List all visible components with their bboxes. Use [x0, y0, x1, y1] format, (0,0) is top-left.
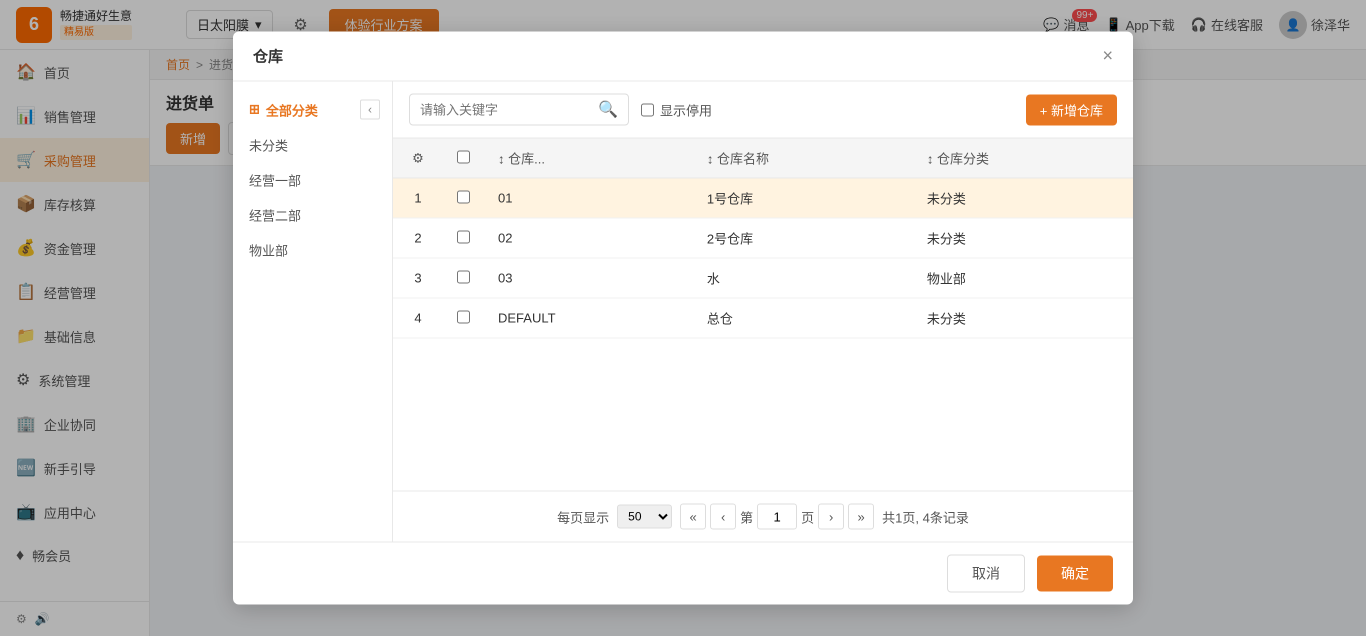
row-category: 未分类 [913, 178, 1133, 218]
row-code: 01 [484, 178, 693, 218]
col-settings: ⚙ [393, 139, 443, 179]
next-page-button[interactable]: › [818, 504, 844, 530]
modal-close-button[interactable]: × [1102, 46, 1113, 67]
col-name: ↕ 仓库名称 [693, 139, 913, 179]
row-name: 总仓 [693, 298, 913, 338]
category-header: ⊞ 全部分类 ‹ [233, 92, 392, 128]
category-item-property[interactable]: 物业部 [233, 233, 392, 268]
modal-body: ⊞ 全部分类 ‹ 未分类 经营一部 经营二部 物业部 🔍 [233, 82, 1133, 542]
category-all-button[interactable]: ⊞ 全部分类 [249, 100, 318, 119]
content-panel: 🔍 显示停用 + 新增仓库 ⚙ [393, 82, 1133, 542]
table-header-row: ⚙ ↕ 仓库... ↕ 仓库名称 ↕ [393, 139, 1133, 179]
search-icon[interactable]: 🔍 [598, 100, 618, 120]
show-disabled-checkbox[interactable]: 显示停用 [641, 100, 712, 119]
row-checkbox[interactable] [457, 190, 470, 203]
row-code: 02 [484, 218, 693, 258]
row-code: 03 [484, 258, 693, 298]
page-number-input[interactable] [757, 504, 797, 530]
row-num: 1 [393, 178, 443, 218]
modal-title: 仓库 [253, 46, 283, 67]
category-panel: ⊞ 全部分类 ‹ 未分类 经营一部 经营二部 物业部 [233, 82, 393, 542]
warehouse-table: ⚙ ↕ 仓库... ↕ 仓库名称 ↕ [393, 139, 1133, 491]
page-nav: « ‹ 第 页 › » [680, 504, 874, 530]
grid-icon: ⊞ [249, 102, 260, 118]
disabled-checkbox-input[interactable] [641, 103, 654, 116]
table-row[interactable]: 1 01 1号仓库 未分类 [393, 178, 1133, 218]
col-category: ↕ 仓库分类 [913, 139, 1133, 179]
content-toolbar: 🔍 显示停用 + 新增仓库 [393, 82, 1133, 139]
search-box: 🔍 [409, 94, 629, 126]
row-name: 1号仓库 [693, 178, 913, 218]
pagination: 每页显示 50 20 100 « ‹ 第 页 › » 共1页, 4条记录 [393, 491, 1133, 542]
last-page-button[interactable]: » [848, 504, 874, 530]
modal-header: 仓库 × [233, 32, 1133, 82]
warehouse-modal: 仓库 × ⊞ 全部分类 ‹ 未分类 经营一部 经营二部 物业部 [233, 32, 1133, 605]
select-all-checkbox[interactable] [457, 150, 470, 163]
add-warehouse-button[interactable]: + 新增仓库 [1026, 94, 1117, 125]
collapse-panel-button[interactable]: ‹ [360, 100, 380, 120]
row-num: 2 [393, 218, 443, 258]
table-row[interactable]: 2 02 2号仓库 未分类 [393, 218, 1133, 258]
row-checkbox[interactable] [457, 270, 470, 283]
cancel-button[interactable]: 取消 [947, 555, 1025, 593]
col-checkbox [443, 139, 484, 179]
modal-footer: 取消 确定 [233, 542, 1133, 605]
row-num: 4 [393, 298, 443, 338]
row-checkbox[interactable] [457, 230, 470, 243]
row-checkbox[interactable] [457, 310, 470, 323]
row-name: 2号仓库 [693, 218, 913, 258]
confirm-button[interactable]: 确定 [1037, 556, 1113, 592]
search-input[interactable] [420, 102, 592, 117]
row-category: 未分类 [913, 298, 1133, 338]
row-category: 未分类 [913, 218, 1133, 258]
row-code: DEFAULT [484, 298, 693, 338]
total-label: 共1页, 4条记录 [882, 507, 969, 526]
row-name: 水 [693, 258, 913, 298]
category-item-dept1[interactable]: 经营一部 [233, 163, 392, 198]
prev-page-button[interactable]: ‹ [710, 504, 736, 530]
table-row[interactable]: 3 03 水 物业部 [393, 258, 1133, 298]
table-row[interactable]: 4 DEFAULT 总仓 未分类 [393, 298, 1133, 338]
row-category: 物业部 [913, 258, 1133, 298]
first-page-button[interactable]: « [680, 504, 706, 530]
per-page-select[interactable]: 50 20 100 [617, 505, 672, 529]
category-item-dept2[interactable]: 经营二部 [233, 198, 392, 233]
row-num: 3 [393, 258, 443, 298]
col-code: ↕ 仓库... [484, 139, 693, 179]
category-item-unclassified[interactable]: 未分类 [233, 128, 392, 163]
